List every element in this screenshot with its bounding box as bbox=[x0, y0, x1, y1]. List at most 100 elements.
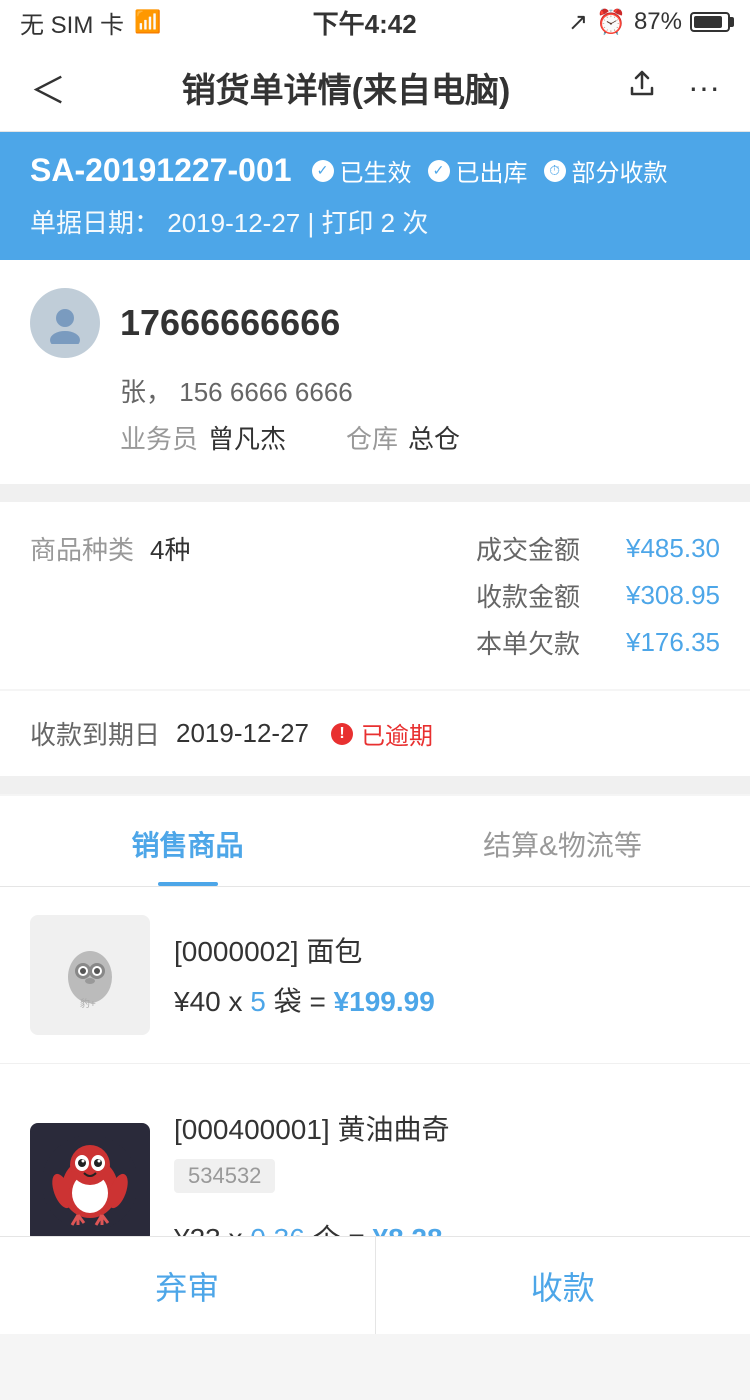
product-price-val-bread: ¥40 bbox=[174, 986, 221, 1017]
customer-info-row: 张， 156 6666 6666 bbox=[30, 372, 720, 409]
due-date-section: 收款到期日 2019-12-27 ! 已逾期 bbox=[0, 691, 750, 776]
divider-1 bbox=[0, 484, 750, 502]
received-item: 收款金额 ¥308.95 bbox=[476, 577, 720, 614]
tabs-section[interactable]: 销售商品 结算&物流等 bbox=[0, 796, 750, 887]
product-list: 豹+ [0000002] 面包 ¥40 x 5 袋 = ¥199.99 bbox=[0, 887, 750, 1286]
status-shipped-label: 已出库 bbox=[456, 153, 528, 188]
product-total-bread: ¥199.99 bbox=[334, 986, 435, 1017]
salesperson-value: 曾凡杰 bbox=[208, 419, 286, 456]
warehouse-item: 仓库 总仓 bbox=[346, 419, 460, 456]
stats-section: 商品种类 4种 成交金额 ¥485.30 收款金额 ¥308.95 本单欠款 ¥… bbox=[0, 502, 750, 689]
back-button[interactable]: ＜ bbox=[30, 62, 66, 114]
received-value: ¥308.95 bbox=[600, 580, 720, 611]
battery-icon bbox=[690, 12, 730, 32]
date-label: 单据日期： bbox=[30, 208, 160, 238]
product-eq1: = bbox=[309, 986, 333, 1017]
order-header-row2: 单据日期： 2019-12-27 | 打印 2 次 bbox=[30, 203, 720, 240]
product-code-cookie: [000400001] bbox=[174, 1114, 330, 1145]
alarm-icon: ⏰ bbox=[596, 8, 626, 37]
product-price-bread: ¥40 x 5 袋 = ¥199.99 bbox=[174, 980, 720, 1020]
product-x1: x bbox=[229, 986, 251, 1017]
customer-meta: 业务员 曾凡杰 仓库 总仓 bbox=[30, 419, 720, 456]
overdue-text: 已逾期 bbox=[361, 716, 433, 751]
tab-settle-label: 结算&物流等 bbox=[483, 830, 642, 861]
due-value: ¥176.35 bbox=[600, 627, 720, 658]
customer-section: 17666666666 张， 156 6666 6666 业务员 曾凡杰 仓库 … bbox=[0, 260, 750, 484]
stats-row: 商品种类 4种 成交金额 ¥485.30 收款金额 ¥308.95 本单欠款 ¥… bbox=[30, 530, 720, 661]
product-info-bread: [0000002] 面包 ¥40 x 5 袋 = ¥199.99 bbox=[174, 930, 720, 1020]
amount-label: 成交金额 bbox=[476, 530, 580, 567]
product-name-text-cookie: 黄油曲奇 bbox=[338, 1114, 450, 1145]
customer-avatar bbox=[30, 288, 100, 358]
check-icon-shipped: ✓ bbox=[428, 160, 450, 182]
due-item: 本单欠款 ¥176.35 bbox=[476, 624, 720, 661]
share-icon[interactable] bbox=[626, 68, 658, 108]
status-effective-label: 已生效 bbox=[340, 153, 412, 188]
customer-phone2: 156 6666 6666 bbox=[179, 377, 353, 407]
location-icon: ↗ bbox=[568, 8, 588, 37]
abandon-review-label: 弃审 bbox=[155, 1263, 219, 1309]
stats-left: 商品种类 4种 bbox=[30, 530, 190, 567]
overdue-icon: ! bbox=[331, 723, 353, 745]
product-type-label: 商品种类 bbox=[30, 530, 134, 567]
status-tags: ✓ 已生效 ✓ 已出库 ⏱ 部分收款 bbox=[312, 153, 668, 188]
print-info: | 打印 2 次 bbox=[307, 208, 428, 238]
product-info-cookie: [000400001] 黄油曲奇 534532 ¥23 x 0.36 个 = ¥… bbox=[174, 1108, 720, 1257]
customer-name-text: 张， bbox=[120, 377, 172, 407]
product-item-bread: 豹+ [0000002] 面包 ¥40 x 5 袋 = ¥199.99 bbox=[0, 887, 750, 1064]
nav-bar: ＜ 销货单详情(来自电脑) ··· bbox=[0, 44, 750, 132]
product-qty-bread: 5 bbox=[250, 986, 266, 1017]
overdue-badge: ! 已逾期 bbox=[331, 716, 433, 751]
warehouse-label: 仓库 bbox=[346, 419, 398, 456]
product-name-bread: [0000002] 面包 bbox=[174, 930, 720, 970]
customer-row1: 17666666666 bbox=[30, 288, 720, 358]
product-image-bread: 豹+ bbox=[30, 915, 150, 1035]
clock-icon: ⏱ bbox=[544, 160, 566, 182]
salesperson-label: 业务员 bbox=[120, 419, 198, 456]
status-bar-time: 下午4:42 bbox=[313, 4, 417, 41]
collect-payment-button[interactable]: 收款 bbox=[376, 1237, 750, 1334]
status-tag-effective: ✓ 已生效 bbox=[312, 153, 412, 188]
product-code-bread: [0000002] bbox=[174, 936, 299, 967]
due-date-label: 收款到期日 bbox=[30, 715, 160, 752]
due-label: 本单欠款 bbox=[476, 624, 580, 661]
divider-2 bbox=[0, 776, 750, 794]
page-title: 销货单详情(来自电脑) bbox=[182, 63, 511, 112]
tab-settle[interactable]: 结算&物流等 bbox=[375, 796, 750, 886]
status-bar-right: ↗ ⏰ 87% bbox=[568, 8, 730, 37]
tab-sales[interactable]: 销售商品 bbox=[0, 796, 375, 886]
order-date: 2019-12-27 bbox=[167, 208, 300, 238]
order-header-row1: SA-20191227-001 ✓ 已生效 ✓ 已出库 ⏱ 部分收款 bbox=[30, 152, 720, 189]
customer-phone: 17666666666 bbox=[120, 302, 340, 344]
collect-payment-label: 收款 bbox=[531, 1263, 595, 1309]
status-tag-shipped: ✓ 已出库 bbox=[428, 153, 528, 188]
carrier-text: 无 SIM 卡 bbox=[20, 5, 124, 40]
status-tag-partial: ⏱ 部分收款 bbox=[544, 153, 668, 188]
wifi-icon: 📶 bbox=[134, 9, 161, 35]
order-id: SA-20191227-001 bbox=[30, 152, 292, 189]
abandon-review-button[interactable]: 弃审 bbox=[0, 1237, 376, 1334]
bottom-bar: 弃审 收款 bbox=[0, 1236, 750, 1334]
product-type-value: 4种 bbox=[150, 530, 190, 567]
product-name-cookie: [000400001] 黄油曲奇 bbox=[174, 1108, 720, 1148]
product-unit-bread: 袋 bbox=[274, 986, 302, 1017]
svg-text:豹+: 豹+ bbox=[80, 997, 96, 1010]
received-label: 收款金额 bbox=[476, 577, 580, 614]
battery-percent: 87% bbox=[634, 8, 682, 36]
stats-right: 成交金额 ¥485.30 收款金额 ¥308.95 本单欠款 ¥176.35 bbox=[476, 530, 720, 661]
salesperson-item: 业务员 曾凡杰 bbox=[120, 419, 286, 456]
product-image-cookie bbox=[30, 1123, 150, 1243]
tabs-row: 销售商品 结算&物流等 bbox=[0, 796, 750, 886]
more-icon[interactable]: ··· bbox=[688, 69, 720, 106]
product-batch-cookie: 534532 bbox=[174, 1159, 275, 1193]
check-icon-effective: ✓ bbox=[312, 160, 334, 182]
status-partial-label: 部分收款 bbox=[572, 153, 668, 188]
warehouse-value: 总仓 bbox=[408, 419, 460, 456]
status-bar-left: 无 SIM 卡 📶 bbox=[20, 5, 161, 40]
amount-value: ¥485.30 bbox=[600, 533, 720, 564]
due-date-value: 2019-12-27 bbox=[176, 718, 309, 749]
status-bar: 无 SIM 卡 📶 下午4:42 ↗ ⏰ 87% bbox=[0, 0, 750, 44]
order-header-banner: SA-20191227-001 ✓ 已生效 ✓ 已出库 ⏱ 部分收款 单据日期：… bbox=[0, 132, 750, 260]
product-name-text-bread: 面包 bbox=[306, 936, 362, 967]
tab-sales-label: 销售商品 bbox=[131, 830, 243, 861]
